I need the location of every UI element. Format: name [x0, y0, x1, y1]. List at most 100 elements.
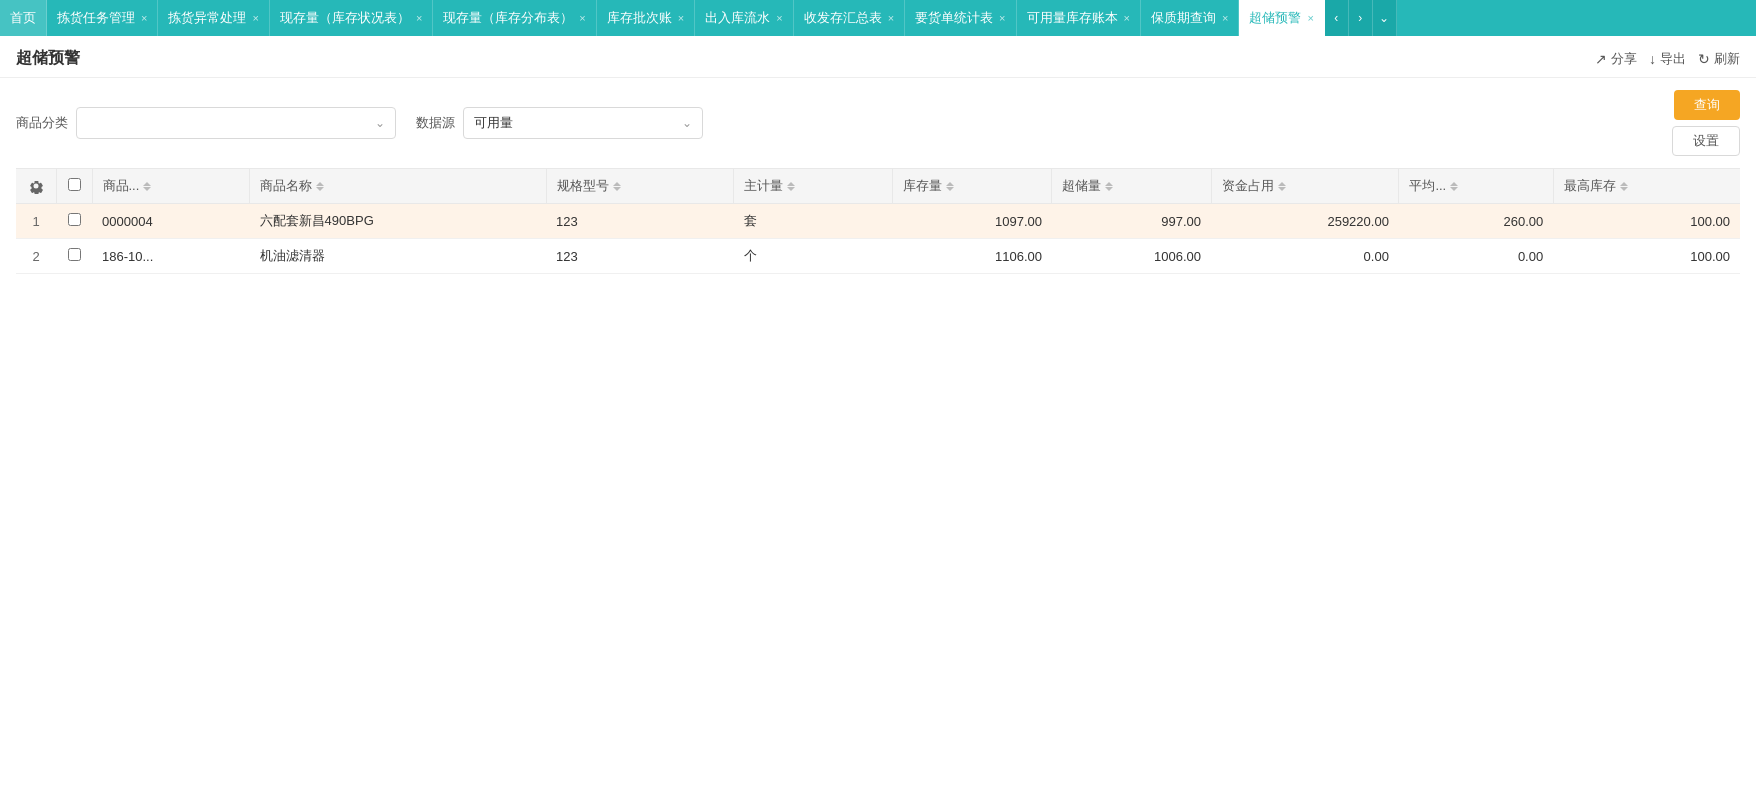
row-max-stock-1: 100.00	[1553, 239, 1740, 274]
refresh-icon: ↻	[1698, 51, 1710, 67]
row-checkbox-1[interactable]	[56, 239, 92, 274]
overstock-table: 商品... 商品名称	[16, 168, 1740, 274]
category-filter-group: 商品分类 ⌄	[16, 107, 396, 139]
th-unit[interactable]: 主计量	[734, 169, 893, 204]
nav-label-overstock: 超储预警	[1249, 9, 1301, 27]
row-num-0: 1	[16, 204, 56, 239]
nav-item-task[interactable]: 拣货任务管理 ×	[47, 0, 158, 36]
th-product-name[interactable]: 商品名称	[250, 169, 546, 204]
refresh-label: 刷新	[1714, 50, 1740, 68]
nav-next-arrow[interactable]: ›	[1349, 0, 1373, 36]
filter-buttons: 查询 设置	[1672, 90, 1740, 156]
datasource-select[interactable]: 可用量 ⌄	[463, 107, 703, 139]
filter-area: 商品分类 ⌄ 数据源 可用量 ⌄ 查询 设置	[0, 78, 1756, 168]
top-navigation: 首页 拣货任务管理 × 拣货异常处理 × 现存量（库存状况表） × 现存量（库存…	[0, 0, 1756, 36]
share-icon: ↗	[1595, 51, 1607, 67]
sort-icon-capital	[1278, 182, 1286, 191]
nav-close-task[interactable]: ×	[141, 12, 147, 24]
table-row[interactable]: 1 0000004 六配套新昌490BPG 123 套 1097.00 997.…	[16, 204, 1740, 239]
nav-close-batch[interactable]: ×	[678, 12, 684, 24]
nav-item-overstock[interactable]: 超储预警 ×	[1239, 0, 1324, 36]
th-overstock[interactable]: 超储量	[1052, 169, 1211, 204]
table-row[interactable]: 2 186-10... 机油滤清器 123 个 1106.00 1006.00 …	[16, 239, 1740, 274]
row-product-name-1: 机油滤清器	[250, 239, 546, 274]
nav-item-exception[interactable]: 拣货异常处理 ×	[158, 0, 269, 36]
nav-item-stock-dist[interactable]: 现存量（库存分布表） ×	[433, 0, 596, 36]
settings-button[interactable]: 设置	[1672, 126, 1740, 156]
nav-label-stock-status: 现存量（库存状况表）	[280, 9, 410, 27]
nav-item-flow[interactable]: 出入库流水 ×	[695, 0, 793, 36]
category-chevron-icon: ⌄	[375, 116, 385, 130]
row-max-stock-0: 100.00	[1553, 204, 1740, 239]
nav-item-stock-status[interactable]: 现存量（库存状况表） ×	[270, 0, 433, 36]
th-max-stock[interactable]: 最高库存	[1553, 169, 1740, 204]
nav-label-order-stat: 要货单统计表	[915, 9, 993, 27]
nav-label-batch: 库存批次账	[607, 9, 672, 27]
share-label: 分享	[1611, 50, 1637, 68]
nav-label-available: 可用量库存账本	[1027, 9, 1118, 27]
nav-close-overstock[interactable]: ×	[1307, 12, 1313, 24]
settings-col-header	[16, 169, 56, 204]
th-product-code-label: 商品...	[103, 177, 140, 195]
nav-prev-arrow[interactable]: ‹	[1325, 0, 1349, 36]
share-button[interactable]: ↗ 分享	[1595, 50, 1637, 68]
row-unit-1: 个	[734, 239, 893, 274]
row-capital-0: 259220.00	[1211, 204, 1399, 239]
th-capital[interactable]: 资金占用	[1211, 169, 1399, 204]
row-checkbox-0[interactable]	[56, 204, 92, 239]
row-stock-0: 1097.00	[893, 204, 1052, 239]
th-avg[interactable]: 平均...	[1399, 169, 1553, 204]
gear-icon[interactable]	[28, 178, 44, 194]
nav-close-stock-dist[interactable]: ×	[579, 12, 585, 24]
row-overstock-0: 997.00	[1052, 204, 1211, 239]
datasource-chevron-icon: ⌄	[682, 116, 692, 130]
sort-icon-unit	[787, 182, 795, 191]
nav-close-flow[interactable]: ×	[776, 12, 782, 24]
th-max-stock-label: 最高库存	[1564, 177, 1616, 195]
nav-label-stock-dist: 现存量（库存分布表）	[443, 9, 573, 27]
category-label: 商品分类	[16, 114, 68, 132]
nav-label-exception: 拣货异常处理	[168, 9, 246, 27]
nav-item-summary[interactable]: 收发存汇总表 ×	[794, 0, 905, 36]
page-title: 超储预警	[16, 48, 80, 69]
sort-icon-product-name	[316, 182, 324, 191]
nav-item-available[interactable]: 可用量库存账本 ×	[1017, 0, 1141, 36]
nav-close-expiry[interactable]: ×	[1222, 12, 1228, 24]
nav-label-task: 拣货任务管理	[57, 9, 135, 27]
nav-item-expiry[interactable]: 保质期查询 ×	[1141, 0, 1239, 36]
nav-close-order-stat[interactable]: ×	[999, 12, 1005, 24]
th-product-code[interactable]: 商品...	[92, 169, 250, 204]
sort-icon-avg	[1450, 182, 1458, 191]
query-button[interactable]: 查询	[1674, 90, 1740, 120]
nav-close-available[interactable]: ×	[1124, 12, 1130, 24]
export-button[interactable]: ↓ 导出	[1649, 50, 1686, 68]
row-num-1: 2	[16, 239, 56, 274]
row-spec-0: 123	[546, 204, 734, 239]
nav-menu-arrow[interactable]: ⌄	[1373, 0, 1397, 36]
refresh-button[interactable]: ↻ 刷新	[1698, 50, 1740, 68]
nav-close-summary[interactable]: ×	[888, 12, 894, 24]
row-product-code-1: 186-10...	[92, 239, 250, 274]
row-avg-1: 0.00	[1399, 239, 1553, 274]
datasource-label: 数据源	[416, 114, 455, 132]
nav-label-flow: 出入库流水	[705, 9, 770, 27]
nav-item-order-stat[interactable]: 要货单统计表 ×	[905, 0, 1016, 36]
sort-icon-overstock	[1105, 182, 1113, 191]
nav-item-batch[interactable]: 库存批次账 ×	[597, 0, 695, 36]
nav-close-exception[interactable]: ×	[252, 12, 258, 24]
export-label: 导出	[1660, 50, 1686, 68]
row-capital-1: 0.00	[1211, 239, 1399, 274]
datasource-select-value: 可用量	[474, 114, 513, 132]
header-actions: ↗ 分享 ↓ 导出 ↻ 刷新	[1595, 50, 1740, 68]
datasource-filter-group: 数据源 可用量 ⌄	[416, 107, 703, 139]
th-spec-label: 规格型号	[557, 177, 609, 195]
nav-close-stock-status[interactable]: ×	[416, 12, 422, 24]
th-product-name-label: 商品名称	[260, 177, 312, 195]
nav-label-summary: 收发存汇总表	[804, 9, 882, 27]
th-stock[interactable]: 库存量	[893, 169, 1052, 204]
category-select[interactable]: ⌄	[76, 107, 396, 139]
nav-item-home[interactable]: 首页	[0, 0, 47, 36]
th-spec[interactable]: 规格型号	[546, 169, 734, 204]
select-all-checkbox[interactable]	[68, 178, 81, 191]
row-stock-1: 1106.00	[893, 239, 1052, 274]
